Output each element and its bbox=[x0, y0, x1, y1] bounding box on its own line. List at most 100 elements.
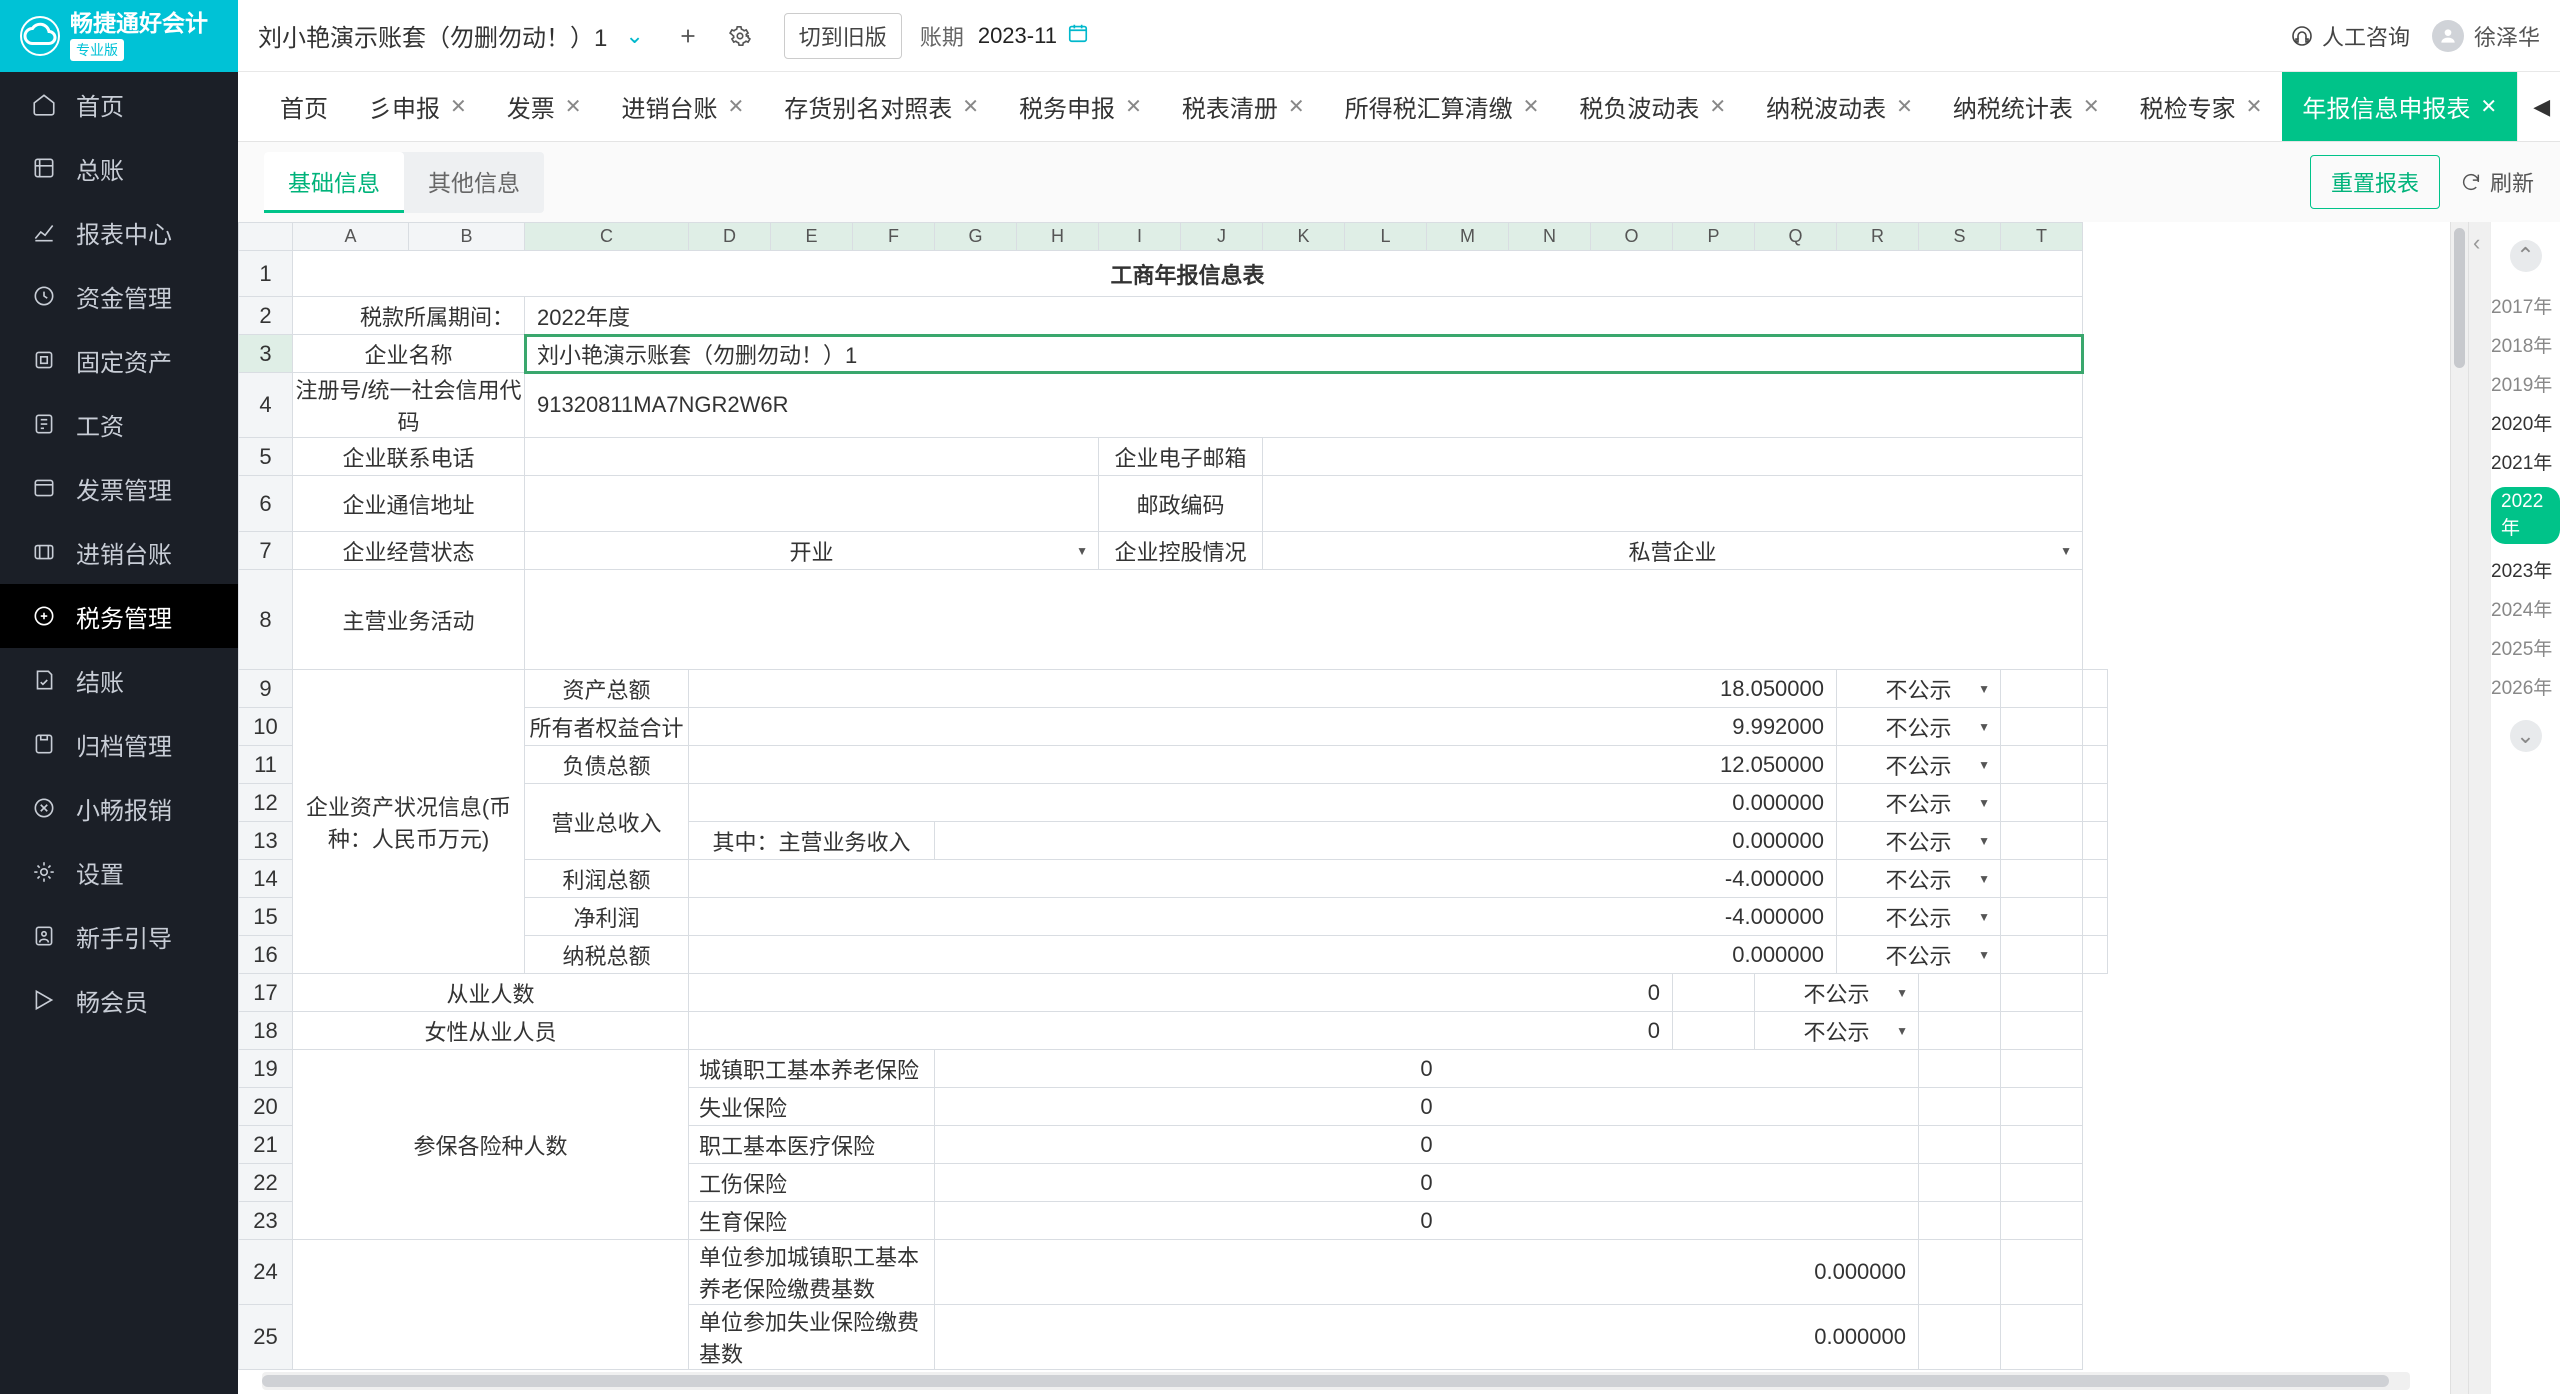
publicity-select[interactable]: 不公示 bbox=[1837, 708, 2001, 746]
col-header[interactable]: G bbox=[935, 223, 1017, 251]
publicity-select[interactable]: 不公示 bbox=[1837, 746, 2001, 784]
year-option[interactable]: 2020年 bbox=[2491, 409, 2560, 436]
switch-old-button[interactable]: 切到旧版 bbox=[784, 13, 902, 59]
publicity-select[interactable]: 不公示 bbox=[1837, 898, 2001, 936]
year-option[interactable]: 2023年 bbox=[2491, 556, 2560, 583]
col-header[interactable]: K bbox=[1263, 223, 1345, 251]
panel-collapse[interactable]: ‹ bbox=[2468, 222, 2490, 1394]
publicity-select[interactable]: 不公示 bbox=[1837, 936, 2001, 974]
close-icon[interactable]: ✕ bbox=[2083, 94, 2100, 119]
sidebar-item-1[interactable]: 总账 bbox=[0, 136, 238, 200]
tab-1[interactable]: 彡申报✕ bbox=[348, 72, 487, 141]
cell-value[interactable]: 0.000000 bbox=[935, 1305, 1919, 1370]
subtab-0[interactable]: 基础信息 bbox=[264, 152, 404, 213]
col-header[interactable]: R bbox=[1837, 223, 1919, 251]
col-header[interactable]: S bbox=[1919, 223, 2001, 251]
tab-9[interactable]: 纳税波动表✕ bbox=[1746, 72, 1933, 141]
cell-value[interactable]: 0 bbox=[935, 1050, 1919, 1088]
tab-11[interactable]: 税检专家✕ bbox=[2120, 72, 2283, 141]
cell-value[interactable]: 0.000000 bbox=[689, 784, 1837, 822]
close-icon[interactable]: ✕ bbox=[565, 94, 582, 119]
vertical-scrollbar[interactable] bbox=[2450, 222, 2468, 1394]
col-header[interactable]: O bbox=[1591, 223, 1673, 251]
publicity-select[interactable]: 不公示 bbox=[1837, 784, 2001, 822]
sidebar-item-10[interactable]: 归档管理 bbox=[0, 712, 238, 776]
year-option[interactable]: 2021年 bbox=[2491, 448, 2560, 475]
cell-value[interactable]: 12.050000 bbox=[689, 746, 1837, 784]
tab-0[interactable]: 首页 bbox=[260, 72, 348, 141]
col-header[interactable]: Q bbox=[1755, 223, 1837, 251]
col-header[interactable]: C bbox=[525, 223, 689, 251]
chevron-down-icon[interactable]: ⌄ bbox=[625, 23, 643, 49]
sidebar-item-2[interactable]: 报表中心 bbox=[0, 200, 238, 264]
refresh-button[interactable]: 刷新 bbox=[2460, 166, 2534, 198]
col-header[interactable]: F bbox=[853, 223, 935, 251]
col-header[interactable]: J bbox=[1181, 223, 1263, 251]
sidebar-item-11[interactable]: 小畅报销 bbox=[0, 776, 238, 840]
publicity-select[interactable]: 不公示 bbox=[1837, 860, 2001, 898]
sidebar-item-14[interactable]: 畅会员 bbox=[0, 968, 238, 1032]
holding-select[interactable]: 私营企业 bbox=[1263, 532, 2083, 570]
year-option[interactable]: 2017年 bbox=[2491, 292, 2560, 319]
cell-value[interactable]: 0 bbox=[935, 1126, 1919, 1164]
subtab-1[interactable]: 其他信息 bbox=[404, 152, 544, 213]
period-value[interactable]: 2023-11 bbox=[978, 23, 1057, 49]
cell-value[interactable]: 0.000000 bbox=[689, 936, 1837, 974]
tab-12[interactable]: 年报信息申报表✕ bbox=[2282, 72, 2517, 141]
close-icon[interactable]: ✕ bbox=[1288, 94, 1305, 119]
cell-value[interactable]: 0 bbox=[689, 974, 1673, 1012]
col-header[interactable]: H bbox=[1017, 223, 1099, 251]
sidebar-item-13[interactable]: 新手引导 bbox=[0, 904, 238, 968]
close-icon[interactable]: ✕ bbox=[1709, 94, 1726, 119]
year-option[interactable]: 2018年 bbox=[2491, 331, 2560, 358]
col-header[interactable]: B bbox=[409, 223, 525, 251]
publicity-select[interactable]: 不公示 bbox=[1837, 822, 2001, 860]
status-select[interactable]: 开业 bbox=[525, 532, 1099, 570]
col-header[interactable]: T bbox=[2001, 223, 2083, 251]
close-icon[interactable]: ✕ bbox=[1523, 94, 1540, 119]
horizontal-scrollbar[interactable] bbox=[262, 1372, 2410, 1390]
account-name[interactable]: 刘小艳演示账套（勿删勿动！）1 bbox=[258, 18, 607, 53]
col-header[interactable]: E bbox=[771, 223, 853, 251]
close-icon[interactable]: ✕ bbox=[728, 94, 745, 119]
year-option[interactable]: 2025年 bbox=[2491, 634, 2560, 661]
sidebar-item-5[interactable]: 工资 bbox=[0, 392, 238, 456]
close-icon[interactable]: ✕ bbox=[2246, 94, 2263, 119]
sidebar-item-7[interactable]: 进销台账 bbox=[0, 520, 238, 584]
col-header[interactable]: A bbox=[293, 223, 409, 251]
spreadsheet[interactable]: ABCDEFGHIJKLMNOPQRST 1工商年报信息表 2税款所属期间：20… bbox=[238, 222, 2450, 1394]
cell-value[interactable]: 0.000000 bbox=[935, 822, 1837, 860]
col-header[interactable]: D bbox=[689, 223, 771, 251]
col-header[interactable]: N bbox=[1509, 223, 1591, 251]
cell-value[interactable]: 0 bbox=[689, 1012, 1673, 1050]
sidebar-item-0[interactable]: 首页 bbox=[0, 72, 238, 136]
gear-icon[interactable] bbox=[722, 18, 758, 54]
tab-prev-icon[interactable]: ◀ bbox=[2517, 72, 2560, 141]
tab-8[interactable]: 税负波动表✕ bbox=[1559, 72, 1746, 141]
tab-4[interactable]: 存货别名对照表✕ bbox=[764, 72, 999, 141]
close-icon[interactable]: ✕ bbox=[1125, 94, 1142, 119]
col-header[interactable]: L bbox=[1345, 223, 1427, 251]
publicity-select[interactable]: 不公示 bbox=[1755, 1012, 1919, 1050]
user-menu[interactable]: 徐泽华 bbox=[2432, 20, 2540, 52]
close-icon[interactable]: ✕ bbox=[962, 94, 979, 119]
cell-value[interactable]: 0.000000 bbox=[935, 1240, 1919, 1305]
reset-button[interactable]: 重置报表 bbox=[2310, 155, 2440, 209]
company-name-cell[interactable]: 刘小艳演示账套（勿删勿动！）1 bbox=[525, 335, 2083, 373]
year-option[interactable]: 2024年 bbox=[2491, 595, 2560, 622]
cell-value[interactable]: 0 bbox=[935, 1202, 1919, 1240]
tab-3[interactable]: 进销台账✕ bbox=[602, 72, 765, 141]
year-option[interactable]: 2026年 bbox=[2491, 673, 2560, 700]
year-up-icon[interactable]: ⌃ bbox=[2510, 240, 2542, 272]
close-icon[interactable]: ✕ bbox=[1896, 94, 1913, 119]
sidebar-item-3[interactable]: 资金管理 bbox=[0, 264, 238, 328]
sidebar-item-12[interactable]: 设置 bbox=[0, 840, 238, 904]
sidebar-item-8[interactable]: 税务管理 bbox=[0, 584, 238, 648]
close-icon[interactable]: ✕ bbox=[450, 94, 467, 119]
col-header[interactable]: I bbox=[1099, 223, 1181, 251]
publicity-select[interactable]: 不公示 bbox=[1755, 974, 1919, 1012]
cell-value[interactable]: -4.000000 bbox=[689, 860, 1837, 898]
sidebar-item-9[interactable]: 结账 bbox=[0, 648, 238, 712]
cell-value[interactable]: 9.992000 bbox=[689, 708, 1837, 746]
plus-icon[interactable] bbox=[670, 18, 706, 54]
